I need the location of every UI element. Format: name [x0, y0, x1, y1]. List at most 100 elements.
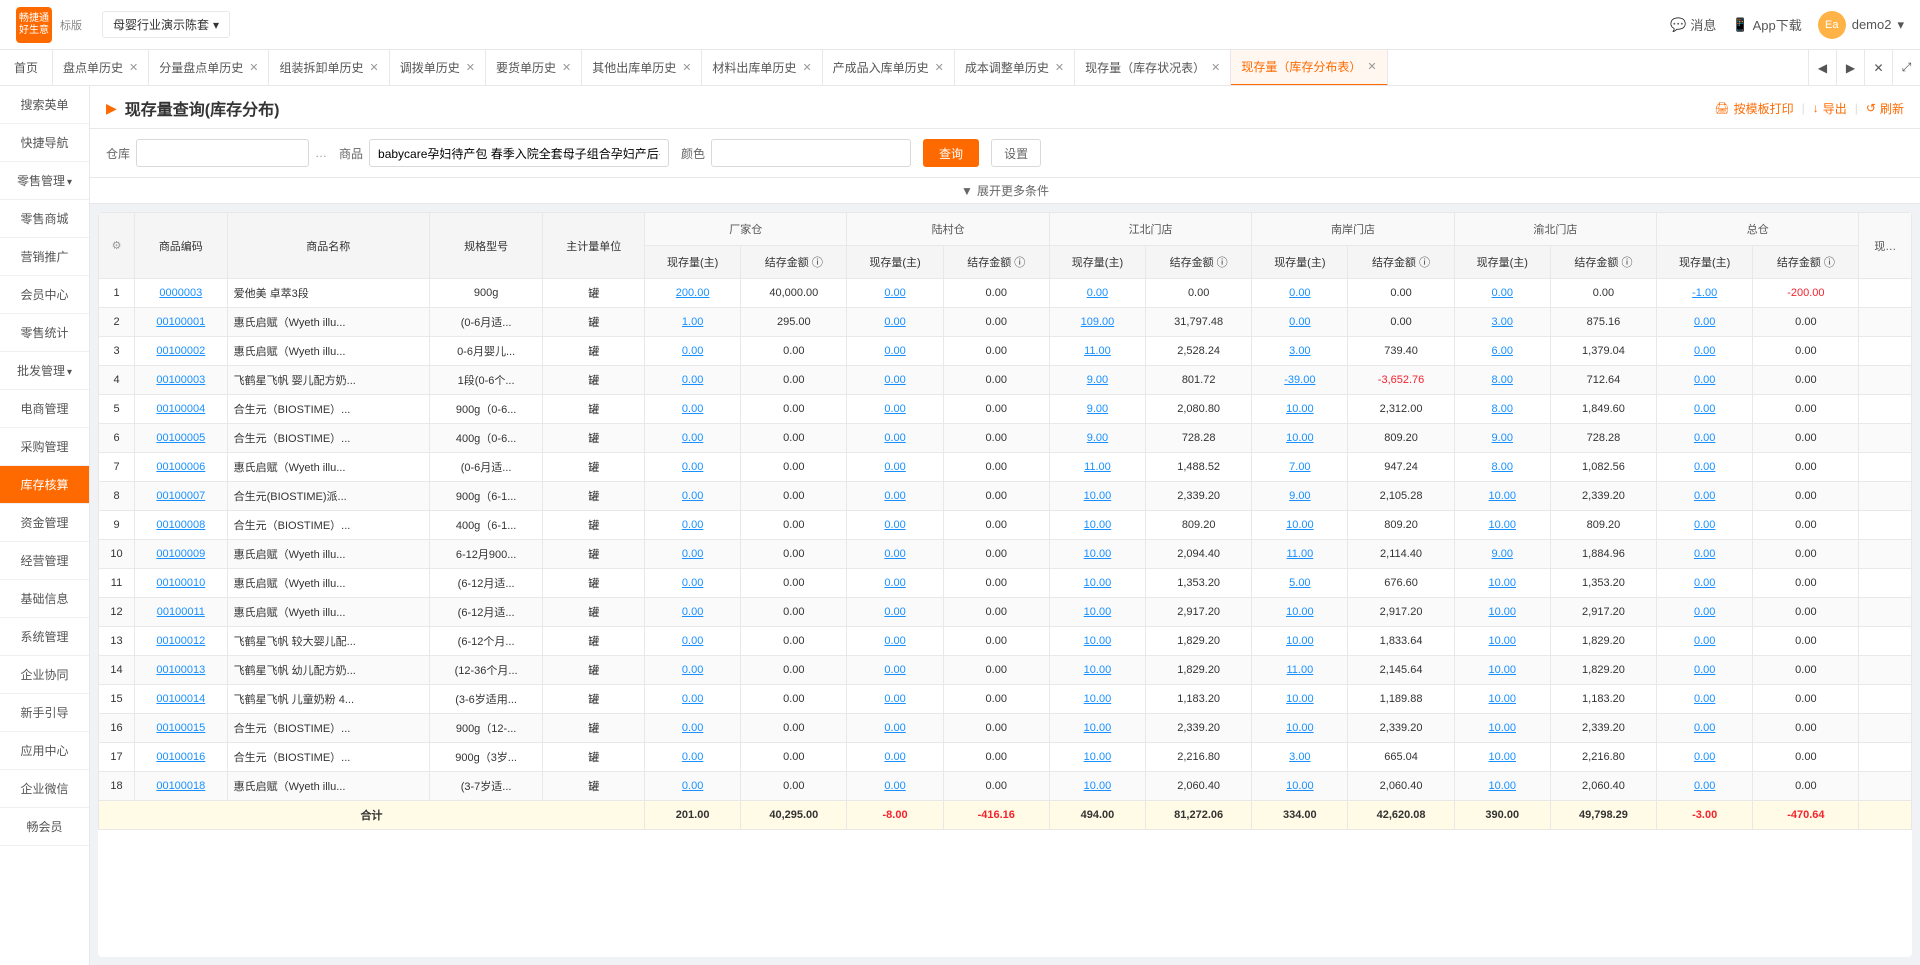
cell-code[interactable]: 0000003: [135, 279, 228, 308]
cell-nanan-qty[interactable]: 7.00: [1252, 453, 1348, 482]
cell-yubei-qty[interactable]: 8.00: [1454, 453, 1550, 482]
cell-yubei-qty[interactable]: 10.00: [1454, 743, 1550, 772]
tab-分量盘点单历史[interactable]: 分量盘点单历史 ✕: [149, 50, 269, 86]
collapse-icon[interactable]: ▶: [106, 100, 117, 117]
cell-nanan-qty[interactable]: 10.00: [1252, 627, 1348, 656]
cell-changjia-qty[interactable]: 0.00: [645, 366, 741, 395]
cell-code[interactable]: 00100002: [135, 337, 228, 366]
cell-yubei-qty[interactable]: 10.00: [1454, 656, 1550, 685]
warehouse-input[interactable]: [136, 139, 309, 167]
cell-zongcang-qty[interactable]: 0.00: [1657, 308, 1753, 337]
export-btn[interactable]: ↓ 导出: [1813, 100, 1847, 117]
cell-jiangbei-qty[interactable]: 10.00: [1049, 743, 1145, 772]
tab-材料出库单历史[interactable]: 材料出库单历史 ✕: [702, 50, 822, 86]
tab-close-icon[interactable]: ✕: [562, 61, 571, 74]
cell-lucun-qty[interactable]: 0.00: [847, 656, 943, 685]
cell-zongcang-qty[interactable]: 0.00: [1657, 685, 1753, 714]
cell-changjia-qty[interactable]: 0.00: [645, 424, 741, 453]
cell-nanan-qty[interactable]: -39.00: [1252, 366, 1348, 395]
message-btn[interactable]: 💬 消息: [1670, 15, 1716, 34]
cell-code[interactable]: 00100005: [135, 424, 228, 453]
cell-nanan-qty[interactable]: 3.00: [1252, 337, 1348, 366]
cell-code[interactable]: 00100016: [135, 743, 228, 772]
cell-changjia-qty[interactable]: 200.00: [645, 279, 741, 308]
sidebar-item-purchase[interactable]: 采购管理: [0, 428, 89, 466]
cell-jiangbei-qty[interactable]: 10.00: [1049, 569, 1145, 598]
cell-yubei-qty[interactable]: 8.00: [1454, 395, 1550, 424]
sidebar-item-ecommerce[interactable]: 电商管理: [0, 390, 89, 428]
cell-jiangbei-qty[interactable]: 10.00: [1049, 627, 1145, 656]
cell-zongcang-qty[interactable]: 0.00: [1657, 656, 1753, 685]
cell-changjia-qty[interactable]: 1.00: [645, 308, 741, 337]
nav-expand-btn[interactable]: ⤢: [1892, 50, 1920, 86]
cell-changjia-qty[interactable]: 0.00: [645, 656, 741, 685]
cell-jiangbei-qty[interactable]: 10.00: [1049, 772, 1145, 801]
tab-close-icon[interactable]: ✕: [802, 61, 811, 74]
tab-close-icon[interactable]: ✕: [935, 61, 944, 74]
cell-zongcang-qty[interactable]: 0.00: [1657, 482, 1753, 511]
cell-jiangbei-qty[interactable]: 11.00: [1049, 453, 1145, 482]
tab-成本调整单历史[interactable]: 成本调整单历史 ✕: [955, 50, 1075, 86]
print-btn[interactable]: 🖨 按模板打印: [1714, 100, 1793, 117]
cell-nanan-qty[interactable]: 3.00: [1252, 743, 1348, 772]
tab-close-icon[interactable]: ✕: [682, 61, 691, 74]
cell-code[interactable]: 00100001: [135, 308, 228, 337]
sidebar-item-quicknav[interactable]: 快捷导航: [0, 124, 89, 162]
cell-nanan-qty[interactable]: 10.00: [1252, 772, 1348, 801]
cell-jiangbei-qty[interactable]: 109.00: [1049, 308, 1145, 337]
cell-code[interactable]: 00100018: [135, 772, 228, 801]
cell-changjia-qty[interactable]: 0.00: [645, 511, 741, 540]
cell-jiangbei-qty[interactable]: 10.00: [1049, 511, 1145, 540]
cell-yubei-qty[interactable]: 10.00: [1454, 511, 1550, 540]
tab-现存量库存状况表[interactable]: 现存量（库存状况表） ✕: [1075, 50, 1231, 86]
cell-zongcang-qty[interactable]: 0.00: [1657, 714, 1753, 743]
cell-changjia-qty[interactable]: 0.00: [645, 337, 741, 366]
query-btn[interactable]: 查询: [923, 139, 979, 167]
cell-yubei-qty[interactable]: 10.00: [1454, 685, 1550, 714]
cell-lucun-qty[interactable]: 0.00: [847, 337, 943, 366]
refresh-btn[interactable]: ↺ 刷新: [1866, 100, 1904, 117]
cell-nanan-qty[interactable]: 10.00: [1252, 598, 1348, 627]
color-input[interactable]: [711, 139, 911, 167]
cell-code[interactable]: 00100009: [135, 540, 228, 569]
tab-盘点单历史[interactable]: 盘点单历史 ✕: [53, 50, 149, 86]
cell-jiangbei-qty[interactable]: 10.00: [1049, 482, 1145, 511]
cell-nanan-qty[interactable]: 11.00: [1252, 656, 1348, 685]
cell-zongcang-qty[interactable]: 0.00: [1657, 627, 1753, 656]
cell-yubei-qty[interactable]: 6.00: [1454, 337, 1550, 366]
user-info[interactable]: Ea demo2 ▾: [1818, 11, 1904, 39]
cell-yubei-qty[interactable]: 9.00: [1454, 540, 1550, 569]
cell-changjia-qty[interactable]: 0.00: [645, 743, 741, 772]
expand-conditions-btn[interactable]: ▼ 展开更多条件: [961, 182, 1049, 199]
tab-调拨单历史[interactable]: 调拨单历史 ✕: [390, 50, 486, 86]
sidebar-item-system[interactable]: 系统管理: [0, 618, 89, 656]
cell-changjia-qty[interactable]: 0.00: [645, 772, 741, 801]
cell-code[interactable]: 00100013: [135, 656, 228, 685]
nav-close-btn[interactable]: ✕: [1864, 50, 1892, 86]
cell-nanan-qty[interactable]: 0.00: [1252, 279, 1348, 308]
cell-lucun-qty[interactable]: 0.00: [847, 424, 943, 453]
cell-jiangbei-qty[interactable]: 10.00: [1049, 714, 1145, 743]
tab-home[interactable]: 首页: [0, 50, 53, 86]
sidebar-item-weixin[interactable]: 企业微信: [0, 770, 89, 808]
cell-jiangbei-qty[interactable]: 10.00: [1049, 598, 1145, 627]
cell-nanan-qty[interactable]: 10.00: [1252, 395, 1348, 424]
cell-nanan-qty[interactable]: 10.00: [1252, 511, 1348, 540]
cell-zongcang-qty[interactable]: 0.00: [1657, 569, 1753, 598]
cell-jiangbei-qty[interactable]: 10.00: [1049, 656, 1145, 685]
cell-yubei-qty[interactable]: 10.00: [1454, 772, 1550, 801]
cell-changjia-qty[interactable]: 0.00: [645, 598, 741, 627]
cell-lucun-qty[interactable]: 0.00: [847, 366, 943, 395]
cell-zongcang-qty[interactable]: 0.00: [1657, 424, 1753, 453]
cell-jiangbei-qty[interactable]: 0.00: [1049, 279, 1145, 308]
sidebar-item-retail-mall[interactable]: 零售商城: [0, 200, 89, 238]
cell-zongcang-qty[interactable]: 0.00: [1657, 511, 1753, 540]
tab-close-icon[interactable]: ✕: [466, 61, 475, 74]
cell-lucun-qty[interactable]: 0.00: [847, 569, 943, 598]
cell-lucun-qty[interactable]: 0.00: [847, 279, 943, 308]
cell-changjia-qty[interactable]: 0.00: [645, 685, 741, 714]
cell-zongcang-qty[interactable]: 0.00: [1657, 453, 1753, 482]
nav-prev-btn[interactable]: ◀: [1808, 50, 1836, 86]
cell-zongcang-qty[interactable]: 0.00: [1657, 772, 1753, 801]
cell-code[interactable]: 00100008: [135, 511, 228, 540]
